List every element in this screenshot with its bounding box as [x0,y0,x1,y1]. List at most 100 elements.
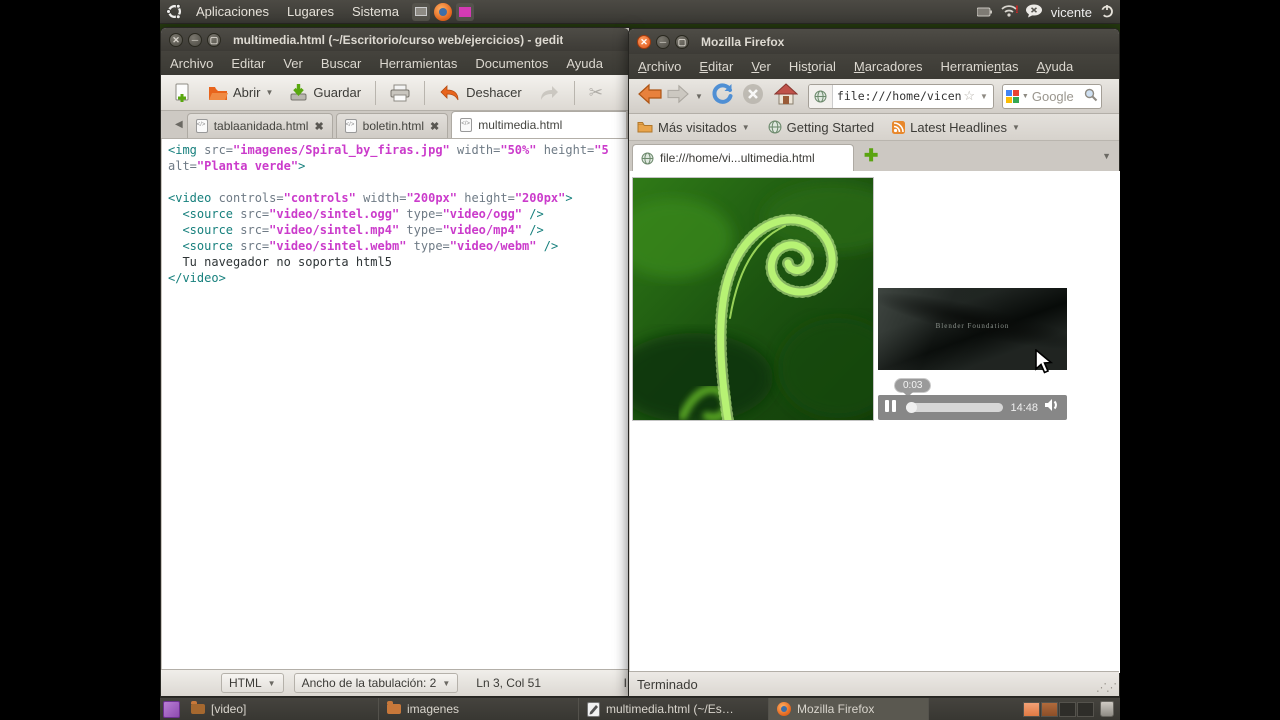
ff-menu-herramientas[interactable]: Herramientas [932,59,1028,74]
menu-lugares[interactable]: Lugares [278,4,343,19]
tab-boletin[interactable]: boletin.html ✖ [335,113,449,138]
language-combo[interactable]: HTML ▼ [221,673,284,693]
gedit-menu-documentos[interactable]: Documentos [466,56,557,71]
ff-menu-editar[interactable]: Editar [690,59,742,74]
list-all-tabs-button[interactable]: ▼ [1102,151,1111,161]
save-button[interactable]: Guardar [284,80,366,105]
tab-label: multimedia.html [478,118,563,132]
stop-button[interactable] [742,83,764,110]
url-dropdown-arrow[interactable]: ▼ [975,92,993,101]
bookmark-mas-visitados[interactable]: Más visitados ▼ [637,120,750,135]
taskbar-item-video[interactable]: [video] [183,698,379,720]
media-player-launcher-icon[interactable] [411,2,430,21]
reload-button[interactable] [711,82,734,110]
gedit-toolbar: Abrir ▼ Guardar Deshacer ✂ [161,75,629,111]
nav-history-dropdown[interactable]: ▼ [695,92,703,101]
forward-button[interactable] [666,84,690,109]
tab-scroll-left-arrow[interactable]: ◀ [175,119,183,130]
bookmark-latest-headlines[interactable]: Latest Headlines ▼ [892,120,1020,135]
menu-aplicaciones[interactable]: Aplicaciones [187,4,278,19]
search-input[interactable]: Google [1029,89,1084,104]
workspace-switcher[interactable] [1023,701,1094,717]
tab-close-icon[interactable]: ✖ [314,120,323,133]
globe-icon [641,152,654,164]
gedit-minimize-button[interactable]: ─ [188,32,202,47]
gedit-menu-editar[interactable]: Editar [222,56,274,71]
pause-button[interactable] [885,399,899,417]
ff-menu-marcadores[interactable]: Marcadores [845,59,932,74]
firefox-active-tab[interactable]: file:///home/vi...ultimedia.html [632,144,854,171]
new-document-button[interactable] [169,80,197,106]
undo-button[interactable]: Deshacer [434,82,527,104]
power-icon[interactable] [1100,4,1114,21]
taskbar-item-firefox[interactable]: Mozilla Firefox [769,698,929,720]
network-alert-badge: ! [1015,3,1019,16]
workspace-4[interactable] [1077,701,1094,717]
taskbar-item-imagenes[interactable]: imagenes [379,698,579,720]
video-time-tooltip: 0:03 [894,378,932,397]
cut-button[interactable]: ✂ [584,80,608,106]
tab-tablaanidada[interactable]: tablaanidada.html ✖ [186,113,333,138]
open-dropdown-arrow[interactable]: ▼ [265,88,273,97]
network-wireless-icon[interactable]: ! [1001,3,1019,20]
workspace-3[interactable] [1059,701,1076,717]
volume-button[interactable] [1044,398,1060,417]
trash-icon[interactable] [1100,701,1114,717]
menu-sistema[interactable]: Sistema [343,4,408,19]
firefox-minimize-button[interactable]: ─ [656,34,670,49]
gedit-menu-ver[interactable]: Ver [274,56,312,71]
ff-menu-historial[interactable]: Historial [780,59,845,74]
tab-close-icon[interactable]: ✖ [430,120,439,133]
gedit-text-area[interactable]: <img src="imagenes/Spiral_by_firas.jpg" … [161,139,629,671]
home-button[interactable] [773,82,799,110]
video-editor-launcher-icon[interactable] [455,2,474,21]
video-progress-bar[interactable] [906,402,1004,413]
firefox-launcher-icon[interactable] [433,2,452,21]
firefox-statusbar: Terminado ⋰⋰ [629,671,1119,696]
workspace-1[interactable] [1023,701,1040,717]
tab-label: boletin.html [362,119,425,133]
print-button[interactable] [385,81,415,105]
url-text[interactable]: file:///home/vicen [833,89,963,103]
stop-icon [742,83,763,104]
gedit-menu-buscar[interactable]: Buscar [312,56,370,71]
gedit-menu-herramientas[interactable]: Herramientas [370,56,466,71]
firefox-titlebar[interactable]: ✕ ─ ▢ Mozilla Firefox [629,29,1119,54]
gedit-menu-ayuda[interactable]: Ayuda [557,56,612,71]
progress-thumb[interactable] [906,402,917,413]
firefox-close-button[interactable]: ✕ [637,34,651,49]
search-bar[interactable]: ▼ Google [1001,83,1102,109]
tab-width-combo[interactable]: Ancho de la tabulación: 2 ▼ [293,673,459,693]
new-tab-button[interactable]: ✚ [864,146,878,166]
undo-button-label: Deshacer [466,85,522,100]
ubuntu-logo-icon[interactable] [166,3,183,20]
ff-menu-ver[interactable]: Ver [742,59,780,74]
ff-menu-archivo[interactable]: Archivo [629,59,690,74]
video-controls-bar[interactable]: 14:48 [878,395,1067,420]
chevron-down-icon: ▼ [442,678,451,688]
workspace-2[interactable] [1041,701,1058,717]
show-desktop-button[interactable] [163,700,180,718]
user-menu[interactable]: vicente [1051,5,1092,20]
search-engine-icon[interactable] [1003,89,1022,103]
url-bar[interactable]: file:///home/vicen ☆ ▼ [807,83,994,109]
resize-grip[interactable]: ⋰⋰ [1096,681,1117,694]
bookmark-getting-started[interactable]: Getting Started [768,120,874,135]
messaging-menu-icon[interactable] [1025,4,1043,21]
back-button[interactable] [637,83,663,110]
search-engine-dropdown[interactable]: ▼ [1022,93,1029,100]
gedit-titlebar[interactable]: ✕ ─ ▢ multimedia.html (~/Escritorio/curs… [161,28,629,51]
search-magnifier-icon[interactable] [1084,88,1101,105]
taskbar-item-gedit[interactable]: multimedia.html (~/Es… [579,698,769,720]
gedit-close-button[interactable]: ✕ [169,32,183,47]
open-button[interactable]: Abrir ▼ [203,82,278,104]
ff-menu-ayuda[interactable]: Ayuda [1028,59,1083,74]
battery-icon[interactable] [976,5,993,20]
reload-icon [712,83,733,104]
gedit-maximize-button[interactable]: ▢ [207,32,221,47]
firefox-maximize-button[interactable]: ▢ [675,34,689,49]
bookmark-star-icon[interactable]: ☆ [963,88,975,104]
redo-button[interactable] [533,82,565,104]
tab-multimedia[interactable]: multimedia.html [451,111,626,138]
gedit-menu-archivo[interactable]: Archivo [161,56,222,71]
